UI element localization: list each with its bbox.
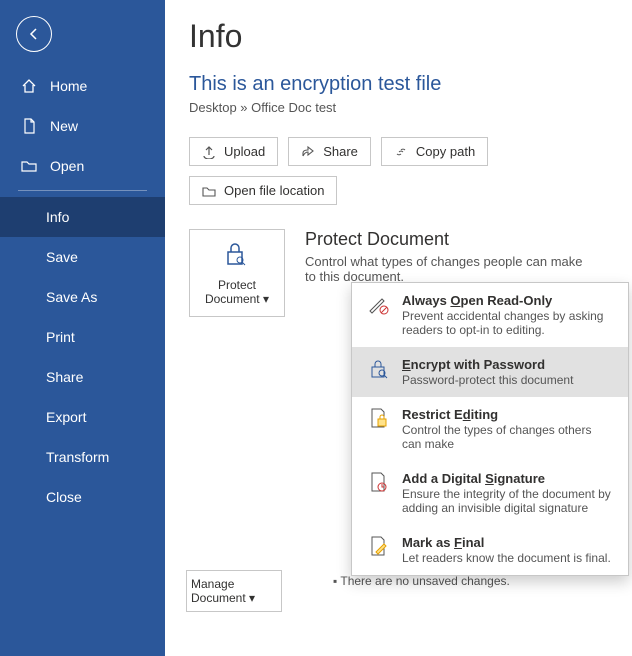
encrypt-icon — [366, 357, 390, 381]
nav-transform-label: Transform — [46, 449, 109, 465]
upload-label: Upload — [224, 144, 265, 159]
menu-final-desc: Let readers know the document is final. — [402, 551, 611, 565]
open-location-button[interactable]: Open file location — [189, 176, 337, 205]
chevron-down-icon: ▾ — [249, 591, 255, 605]
home-icon — [20, 77, 38, 95]
menu-read-only-desc: Prevent accidental changes by asking rea… — [402, 309, 614, 337]
nav-close[interactable]: Close — [0, 477, 165, 517]
upload-icon — [202, 145, 216, 159]
protect-document-button[interactable]: Protect Document ▾ — [189, 229, 285, 317]
back-arrow-icon — [26, 26, 42, 42]
nav-saveas-label: Save As — [46, 289, 97, 305]
new-icon — [20, 117, 38, 135]
manage-document-label: Manage Document ▾ — [191, 577, 277, 605]
copy-path-label: Copy path — [416, 144, 475, 159]
lock-icon — [221, 240, 253, 272]
nav-open[interactable]: Open — [0, 146, 165, 186]
nav-share-label: Share — [46, 369, 83, 385]
breadcrumb: Desktop » Office Doc test — [189, 100, 608, 115]
upload-button[interactable]: Upload — [189, 137, 278, 166]
nav-share[interactable]: Share — [0, 357, 165, 397]
back-button[interactable] — [16, 16, 52, 52]
page-heading: Info — [189, 18, 608, 55]
document-title: This is an encryption test file — [189, 73, 608, 96]
nav-export-label: Export — [46, 409, 86, 425]
nav-home-label: Home — [50, 78, 87, 94]
protect-button-label: Protect Document ▾ — [190, 278, 284, 306]
share-button[interactable]: Share — [288, 137, 371, 166]
chevron-down-icon: ▾ — [263, 292, 269, 306]
link-icon — [394, 145, 408, 159]
content-area: Info This is an encryption test file Des… — [165, 0, 632, 656]
menu-signature-title: Add a Digital Signature — [402, 471, 614, 486]
menu-restrict-title: Restrict Editing — [402, 407, 614, 422]
nav-save[interactable]: Save — [0, 237, 165, 277]
nav-print[interactable]: Print — [0, 317, 165, 357]
protect-title: Protect Document — [305, 229, 585, 250]
menu-signature-desc: Ensure the integrity of the document by … — [402, 487, 614, 515]
menu-encrypt-desc: Password-protect this document — [402, 373, 573, 387]
menu-final[interactable]: Mark as Final Let readers know the docum… — [352, 525, 628, 575]
nav-separator — [18, 190, 147, 191]
menu-final-title: Mark as Final — [402, 535, 611, 550]
nav-info-label: Info — [46, 209, 69, 225]
backstage-sidebar: Home New Open Info Save Save As Print Sh… — [0, 0, 165, 656]
nav-info[interactable]: Info — [0, 197, 165, 237]
nav-transform[interactable]: Transform — [0, 437, 165, 477]
menu-restrict[interactable]: Restrict Editing Control the types of ch… — [352, 397, 628, 461]
signature-icon — [366, 471, 390, 495]
nav-print-label: Print — [46, 329, 75, 345]
menu-read-only[interactable]: Always Open Read-Only Prevent accidental… — [352, 283, 628, 347]
copy-path-button[interactable]: Copy path — [381, 137, 488, 166]
restrict-icon — [366, 407, 390, 431]
nav-close-label: Close — [46, 489, 82, 505]
inspect-snippet-4: ▪ There are no unsaved changes. — [333, 574, 510, 588]
open-location-label: Open file location — [224, 183, 324, 198]
manage-document-button[interactable]: Manage Document ▾ — [186, 570, 282, 612]
menu-restrict-desc: Control the types of changes others can … — [402, 423, 614, 451]
folder-icon — [202, 184, 216, 198]
menu-encrypt[interactable]: Encrypt with Password Password-protect t… — [352, 347, 628, 397]
nav-new[interactable]: New — [0, 106, 165, 146]
nav-saveas[interactable]: Save As — [0, 277, 165, 317]
share-icon — [301, 145, 315, 159]
nav-open-label: Open — [50, 158, 84, 174]
protect-document-menu: Always Open Read-Only Prevent accidental… — [351, 282, 629, 576]
open-icon — [20, 157, 38, 175]
protect-desc: Control what types of changes people can… — [305, 254, 585, 284]
nav-save-label: Save — [46, 249, 78, 265]
menu-signature[interactable]: Add a Digital Signature Ensure the integ… — [352, 461, 628, 525]
protect-text: Protect Document Control what types of c… — [305, 229, 585, 284]
share-label: Share — [323, 144, 358, 159]
menu-read-only-title: Always Open Read-Only — [402, 293, 614, 308]
action-bar: Upload Share Copy path Open file locatio… — [189, 137, 608, 205]
menu-encrypt-title: Encrypt with Password — [402, 357, 573, 372]
readonly-icon — [366, 293, 390, 317]
nav-new-label: New — [50, 118, 78, 134]
nav-home[interactable]: Home — [0, 66, 165, 106]
final-icon — [366, 535, 390, 559]
nav-export[interactable]: Export — [0, 397, 165, 437]
